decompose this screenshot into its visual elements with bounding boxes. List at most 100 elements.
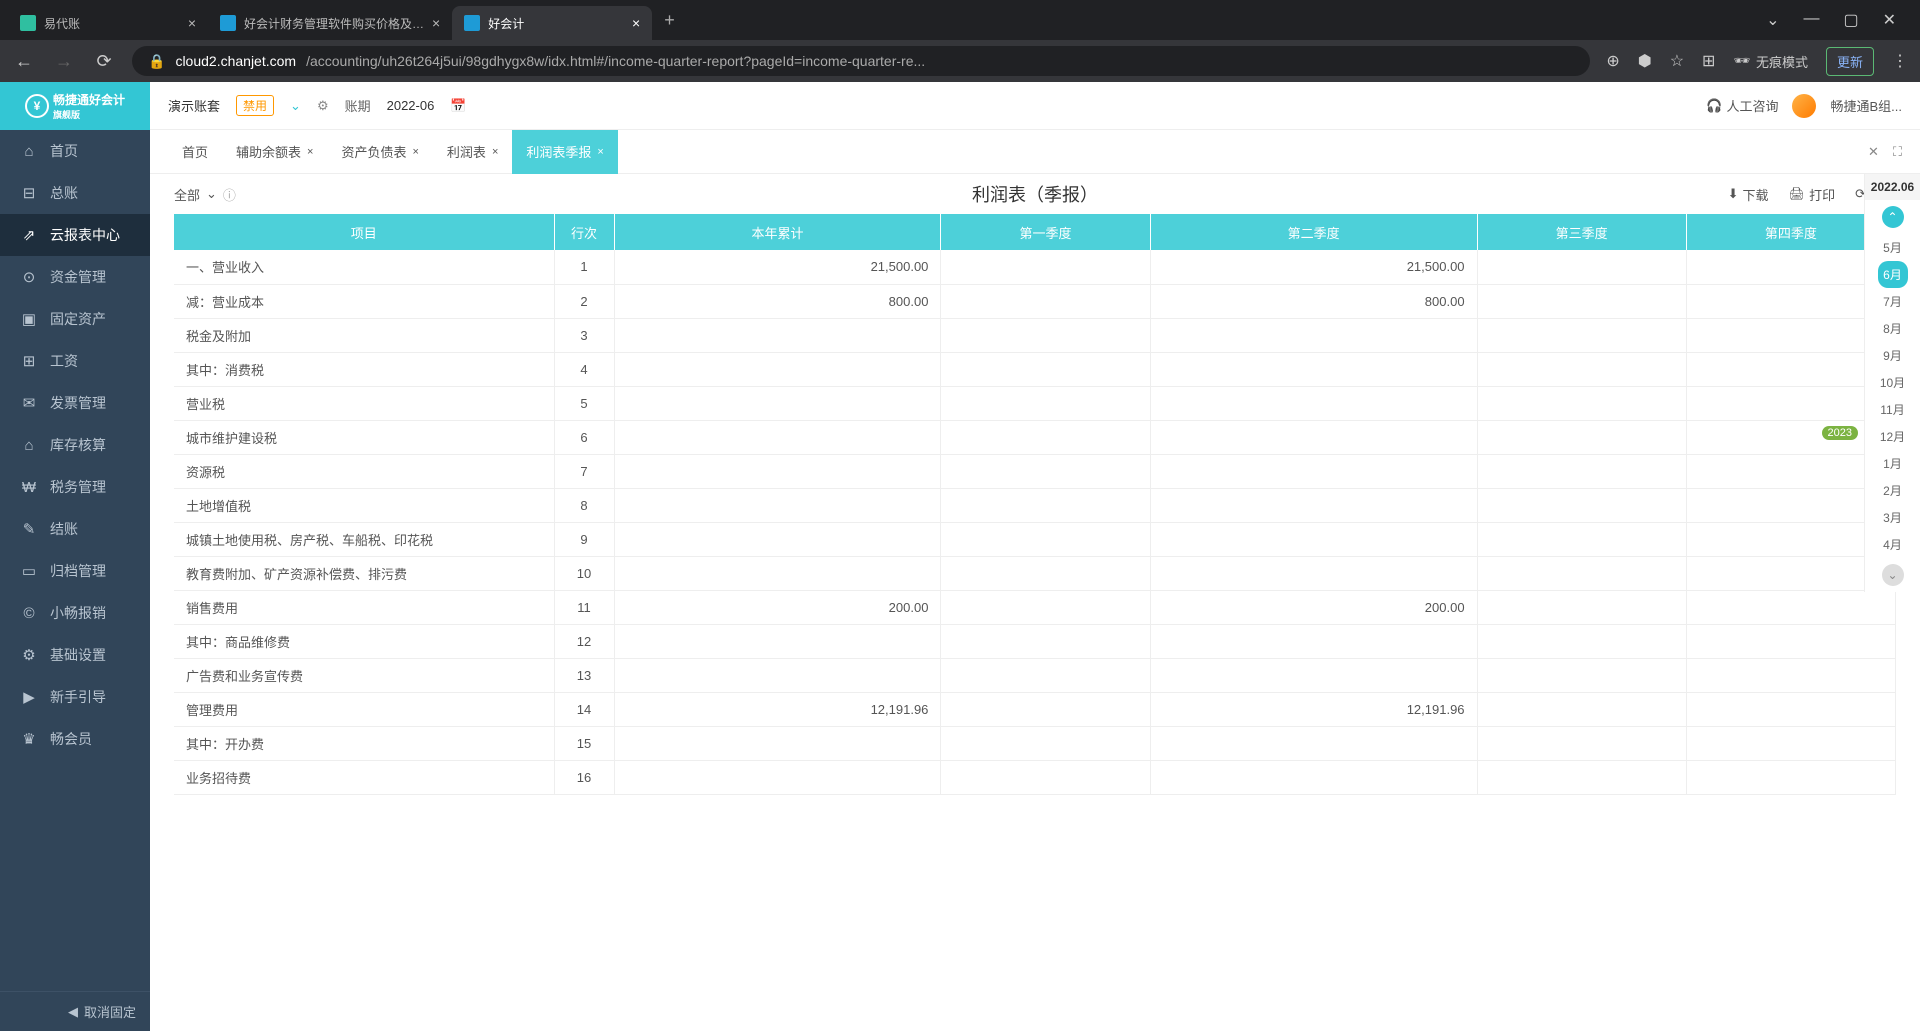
rail-month[interactable]: 11月 <box>1878 396 1908 423</box>
rail-year[interactable]: 2022.06 <box>1865 174 1920 200</box>
sidebar-item[interactable]: ₩ 税务管理 <box>0 466 150 508</box>
sidebar-item[interactable]: ⌂ 库存核算 <box>0 424 150 466</box>
rail-month[interactable]: 12月 <box>1878 423 1908 450</box>
maximize-icon[interactable]: ▢ <box>1843 10 1858 30</box>
cell <box>1477 386 1686 420</box>
sidebar-item[interactable]: ⇗ 云报表中心 <box>0 214 150 256</box>
download-button[interactable]: ⬇下载 <box>1728 185 1769 204</box>
tab-close-icon[interactable]: × <box>597 146 603 158</box>
rail-month[interactable]: 9月 <box>1878 342 1908 369</box>
chevron-down-icon[interactable]: ⌄ <box>1766 10 1779 30</box>
table-row[interactable]: 其中：商品维修费12 <box>174 624 1896 658</box>
extension-icon[interactable]: ⬢ <box>1638 51 1652 71</box>
logo[interactable]: ¥ 畅捷通好会计 旗舰版 <box>0 82 150 130</box>
forward-button[interactable]: → <box>52 51 76 72</box>
filter-dropdown[interactable]: 全部 ⌄ ⓘ <box>174 185 236 204</box>
bookmark-icon[interactable]: ☆ <box>1670 51 1684 71</box>
page-tab[interactable]: 利润表季报× <box>512 130 617 174</box>
table-row[interactable]: 土地增值税8 <box>174 488 1896 522</box>
back-button[interactable]: ← <box>12 51 36 72</box>
page-tab[interactable]: 利润表× <box>433 130 512 174</box>
cell: 资源税 <box>174 454 554 488</box>
sidebar-item[interactable]: ▣ 固定资产 <box>0 298 150 340</box>
cell <box>614 454 941 488</box>
calendar-icon[interactable]: 📅 <box>450 98 466 114</box>
close-all-tabs-icon[interactable]: ✕ <box>1868 144 1879 160</box>
tab-close-icon[interactable]: × <box>188 15 196 31</box>
tab-close-icon[interactable]: × <box>412 146 418 158</box>
table-row[interactable]: 其中：消费税4 <box>174 352 1896 386</box>
sidebar-item[interactable]: ♛ 畅会员 <box>0 718 150 760</box>
sidebar-item[interactable]: ✎ 结账 <box>0 508 150 550</box>
table-row[interactable]: 其中：开办费15 <box>174 726 1896 760</box>
nav-icon: ⇗ <box>20 226 38 244</box>
update-button[interactable]: 更新 <box>1826 47 1874 76</box>
tab-close-icon[interactable]: × <box>632 15 640 31</box>
url-input[interactable]: 🔒 cloud2.chanjet.com /accounting/uh26t26… <box>132 46 1590 76</box>
tab-close-icon[interactable]: × <box>492 146 498 158</box>
sidebar-item[interactable]: ⚙ 基础设置 <box>0 634 150 676</box>
rail-month[interactable]: 5月 <box>1878 234 1908 261</box>
browser-tab[interactable]: 好会计财务管理软件购买价格及… × <box>208 6 452 40</box>
rail-month[interactable]: 7月 <box>1878 288 1908 315</box>
table-row[interactable]: 城市维护建设税6 <box>174 420 1896 454</box>
table-row[interactable]: 营业税5 <box>174 386 1896 420</box>
cell <box>941 556 1150 590</box>
tab-close-icon[interactable]: × <box>307 146 313 158</box>
account-selector[interactable]: 演示账套 <box>168 96 220 115</box>
table-row[interactable]: 广告费和业务宣传费13 <box>174 658 1896 692</box>
table-row[interactable]: 管理费用1412,191.9612,191.96 <box>174 692 1896 726</box>
page-tab[interactable]: 资产负债表× <box>327 130 432 174</box>
tab-close-icon[interactable]: × <box>432 15 440 31</box>
table-row[interactable]: 销售费用11200.00200.00 <box>174 590 1896 624</box>
gear-icon[interactable]: ⚙ <box>317 98 329 114</box>
sidebar-item[interactable]: ▶ 新手引导 <box>0 676 150 718</box>
sidebar-item[interactable]: ✉ 发票管理 <box>0 382 150 424</box>
browser-tab[interactable]: 好会计 × <box>452 6 652 40</box>
close-icon[interactable]: ✕ <box>1883 10 1896 30</box>
rail-month[interactable]: 6月 <box>1878 261 1908 288</box>
rail-scroll-down[interactable]: ⌄ <box>1882 564 1904 586</box>
table-row[interactable]: 教育费附加、矿产资源补偿费、排污费10 <box>174 556 1896 590</box>
sidebar-item[interactable]: ⊙ 资金管理 <box>0 256 150 298</box>
sidebar-item[interactable]: ⊟ 总账 <box>0 172 150 214</box>
menu-icon[interactable]: ⋮ <box>1892 51 1908 71</box>
fullscreen-icon[interactable]: ⛶ <box>1893 144 1902 160</box>
zoom-icon[interactable]: ⊕ <box>1606 51 1619 71</box>
table-row[interactable]: 税金及附加3 <box>174 318 1896 352</box>
rail-month[interactable]: 2月 <box>1883 477 1902 504</box>
browser-tab[interactable]: 易代账 × <box>8 6 208 40</box>
reload-button[interactable]: ⟳ <box>92 51 116 72</box>
table-row[interactable]: 减：营业成本2800.00800.00 <box>174 284 1896 318</box>
column-header: 第三季度 <box>1477 214 1686 250</box>
table-row[interactable]: 城镇土地使用税、房产税、车船税、印花税9 <box>174 522 1896 556</box>
table-row[interactable]: 资源税7 <box>174 454 1896 488</box>
cell <box>1477 556 1686 590</box>
minimize-icon[interactable]: — <box>1803 10 1819 30</box>
rail-month[interactable]: 3月 <box>1883 504 1902 531</box>
sidebar-item[interactable]: ⊞ 工资 <box>0 340 150 382</box>
incognito-indicator[interactable]: 🕶 无痕模式 <box>1733 52 1808 71</box>
sidebar-item[interactable]: ⌂ 首页 <box>0 130 150 172</box>
support-button[interactable]: 🎧 人工咨询 <box>1706 96 1778 115</box>
sidebar-item[interactable]: ▭ 归档管理 <box>0 550 150 592</box>
help-icon[interactable]: ⓘ <box>223 185 236 204</box>
table-row[interactable]: 业务招待费16 <box>174 760 1896 794</box>
puzzle-icon[interactable]: ⊞ <box>1702 51 1715 71</box>
rail-month[interactable]: 10月 <box>1878 369 1908 396</box>
rail-scroll-up[interactable]: ⌃ <box>1882 206 1904 228</box>
username[interactable]: 畅捷通B组... <box>1830 96 1902 115</box>
chevron-down-icon[interactable]: ⌄ <box>290 98 301 114</box>
page-tab[interactable]: 首页 <box>168 130 222 174</box>
sidebar-collapse-button[interactable]: ◀ 取消固定 <box>0 991 150 1031</box>
print-button[interactable]: 🖨打印 <box>1789 185 1836 204</box>
rail-month[interactable]: 1月 <box>1883 450 1902 477</box>
avatar[interactable] <box>1792 94 1816 118</box>
rail-month[interactable]: 8月 <box>1878 315 1908 342</box>
table-row[interactable]: 一、营业收入121,500.0021,500.00 <box>174 250 1896 284</box>
rail-month[interactable]: 4月 <box>1883 531 1902 558</box>
page-tab[interactable]: 辅助余额表× <box>222 130 327 174</box>
new-tab-button[interactable]: + <box>652 10 687 31</box>
month-rail: 2022.06 ⌃ 5月6月7月8月9月10月11月12月 1月2月3月4月 ⌄… <box>1864 174 1920 592</box>
sidebar-item[interactable]: © 小畅报销 <box>0 592 150 634</box>
